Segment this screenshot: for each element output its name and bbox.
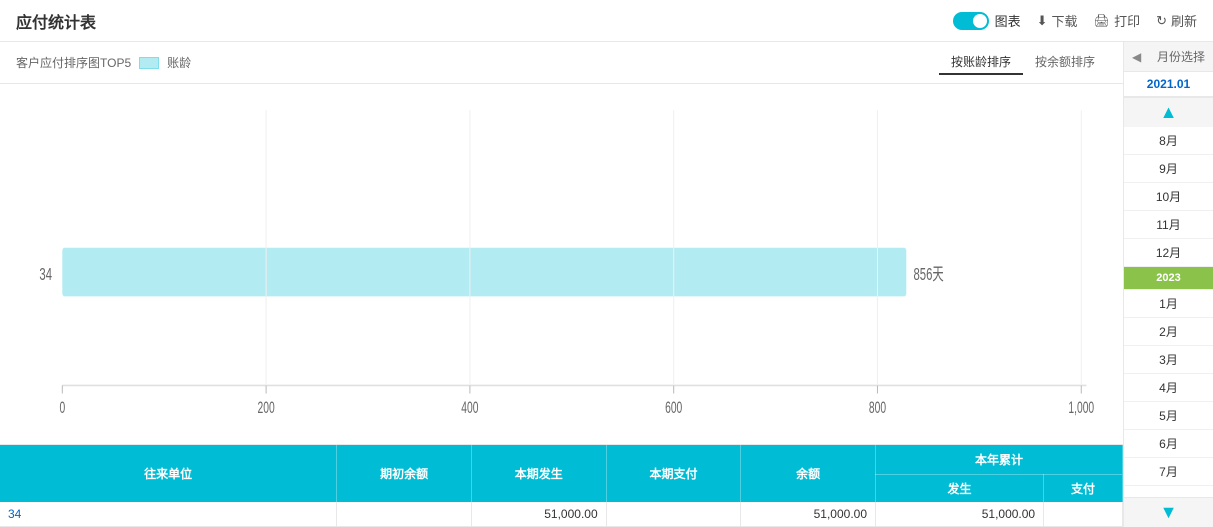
chart-svg: 34 856天 0 200 4 [16,94,1107,434]
sidebar: ◀ 月份选择 2021.01 ▲ 8月9月10月11月12月20231月2月3月… [1123,42,1213,527]
svg-text:1,000: 1,000 [1068,399,1094,417]
download-icon: ⬇ [1037,13,1048,29]
page-container: 应付统计表 图表 ⬇ 下载 🖨 打印 ↻ 刷新 [0,0,1213,527]
svg-text:400: 400 [461,399,478,417]
cell-current-occur: 51,000.00 [471,502,606,527]
sidebar-collapse-icon[interactable]: ◀ [1132,50,1141,64]
cell-unit[interactable]: 34 [0,502,337,527]
cell-current-pay [606,502,741,527]
col-unit: 往来单位 [0,445,337,502]
svg-text:600: 600 [665,399,682,417]
data-table: 往来单位 期初余额 本期发生 本期支付 余额 本年累计 发生 支付 [0,445,1123,527]
sidebar-months: 8月9月10月11月12月20231月2月3月4月5月6月7月 [1124,127,1213,497]
header-actions: 图表 ⬇ 下载 🖨 打印 ↻ 刷新 [953,11,1197,30]
sidebar-date[interactable]: 2021.01 [1124,72,1213,97]
chart-sort-buttons: 按账龄排序 按余额排序 [939,50,1107,75]
month-item[interactable]: 6月 [1124,430,1213,458]
sidebar-title: 月份选择 [1157,48,1205,65]
print-button[interactable]: 🖨 打印 [1094,11,1141,30]
sort-by-amount-button[interactable]: 按余额排序 [1023,50,1107,75]
month-item[interactable]: 9月 [1124,155,1213,183]
chevron-up-icon[interactable]: ▲ [1160,102,1178,123]
col-ytd-occur: 发生 [876,475,1044,503]
chart-panel: 客户应付排序图TOP5 账龄 按账龄排序 按余额排序 34 [0,42,1123,527]
download-label: 下载 [1052,11,1078,30]
month-item[interactable]: 5月 [1124,402,1213,430]
col-current-pay: 本期支付 [606,445,741,502]
col-ytd-pay: 支付 [1044,475,1123,503]
page-title: 应付统计表 [16,9,96,33]
table-area: 往来单位 期初余额 本期发生 本期支付 余额 本年累计 发生 支付 [0,444,1123,527]
month-item[interactable]: 4月 [1124,374,1213,402]
month-item[interactable]: 3月 [1124,346,1213,374]
svg-text:200: 200 [258,399,275,417]
month-item[interactable]: 2月 [1124,318,1213,346]
sidebar-header: ◀ 月份选择 [1124,42,1213,72]
svg-text:856天: 856天 [914,265,944,285]
refresh-label: 刷新 [1171,11,1197,30]
svg-text:800: 800 [869,399,886,417]
col-balance: 余额 [741,445,876,502]
download-button[interactable]: ⬇ 下载 [1037,11,1078,30]
chart-bar [62,248,906,297]
month-item[interactable]: 1月 [1124,290,1213,318]
cell-opening [337,502,472,527]
month-item[interactable]: 10月 [1124,183,1213,211]
legend-color-label: 账龄 [167,54,191,71]
month-nav-up[interactable]: ▲ [1124,97,1213,127]
month-item[interactable]: 12月 [1124,239,1213,267]
chart-legend: 客户应付排序图TOP5 账龄 [16,54,191,71]
svg-text:34: 34 [39,265,52,285]
refresh-button[interactable]: ↻ 刷新 [1156,11,1197,30]
month-nav-down[interactable]: ▼ [1124,497,1213,527]
legend-text: 客户应付排序图TOP5 [16,54,131,71]
main-content: 客户应付排序图TOP5 账龄 按账龄排序 按余额排序 34 [0,42,1213,527]
chart-header: 客户应付排序图TOP5 账龄 按账龄排序 按余额排序 [0,42,1123,84]
month-item[interactable]: 7月 [1124,458,1213,486]
col-ytd: 本年累计 [876,445,1123,475]
legend-color-box [139,57,159,69]
table-wrapper: 往来单位 期初余额 本期发生 本期支付 余额 本年累计 发生 支付 [0,445,1123,527]
month-item[interactable]: 11月 [1124,211,1213,239]
year-marker-item[interactable]: 2023 [1124,267,1213,290]
sort-by-balance-button[interactable]: 按账龄排序 [939,50,1023,75]
refresh-icon: ↻ [1156,13,1167,29]
month-item[interactable]: 8月 [1124,127,1213,155]
chevron-down-icon[interactable]: ▼ [1160,502,1178,523]
col-current-occur: 本期发生 [471,445,606,502]
chart-area: 34 856天 0 200 4 [0,84,1123,444]
chart-toggle[interactable] [953,12,989,30]
chart-toggle-label: 图表 [995,11,1021,30]
table-row: 34 51,000.00 51,000.00 51,000.00 [0,502,1123,527]
col-opening: 期初余额 [337,445,472,502]
chart-toggle-wrap: 图表 [953,11,1021,30]
print-label: 打印 [1114,11,1140,30]
svg-text:0: 0 [59,399,65,417]
cell-balance: 51,000.00 [741,502,876,527]
print-icon: 🖨 [1094,13,1111,29]
cell-ytd-pay [1044,502,1123,527]
cell-ytd-occur: 51,000.00 [876,502,1044,527]
header: 应付统计表 图表 ⬇ 下载 🖨 打印 ↻ 刷新 [0,0,1213,42]
